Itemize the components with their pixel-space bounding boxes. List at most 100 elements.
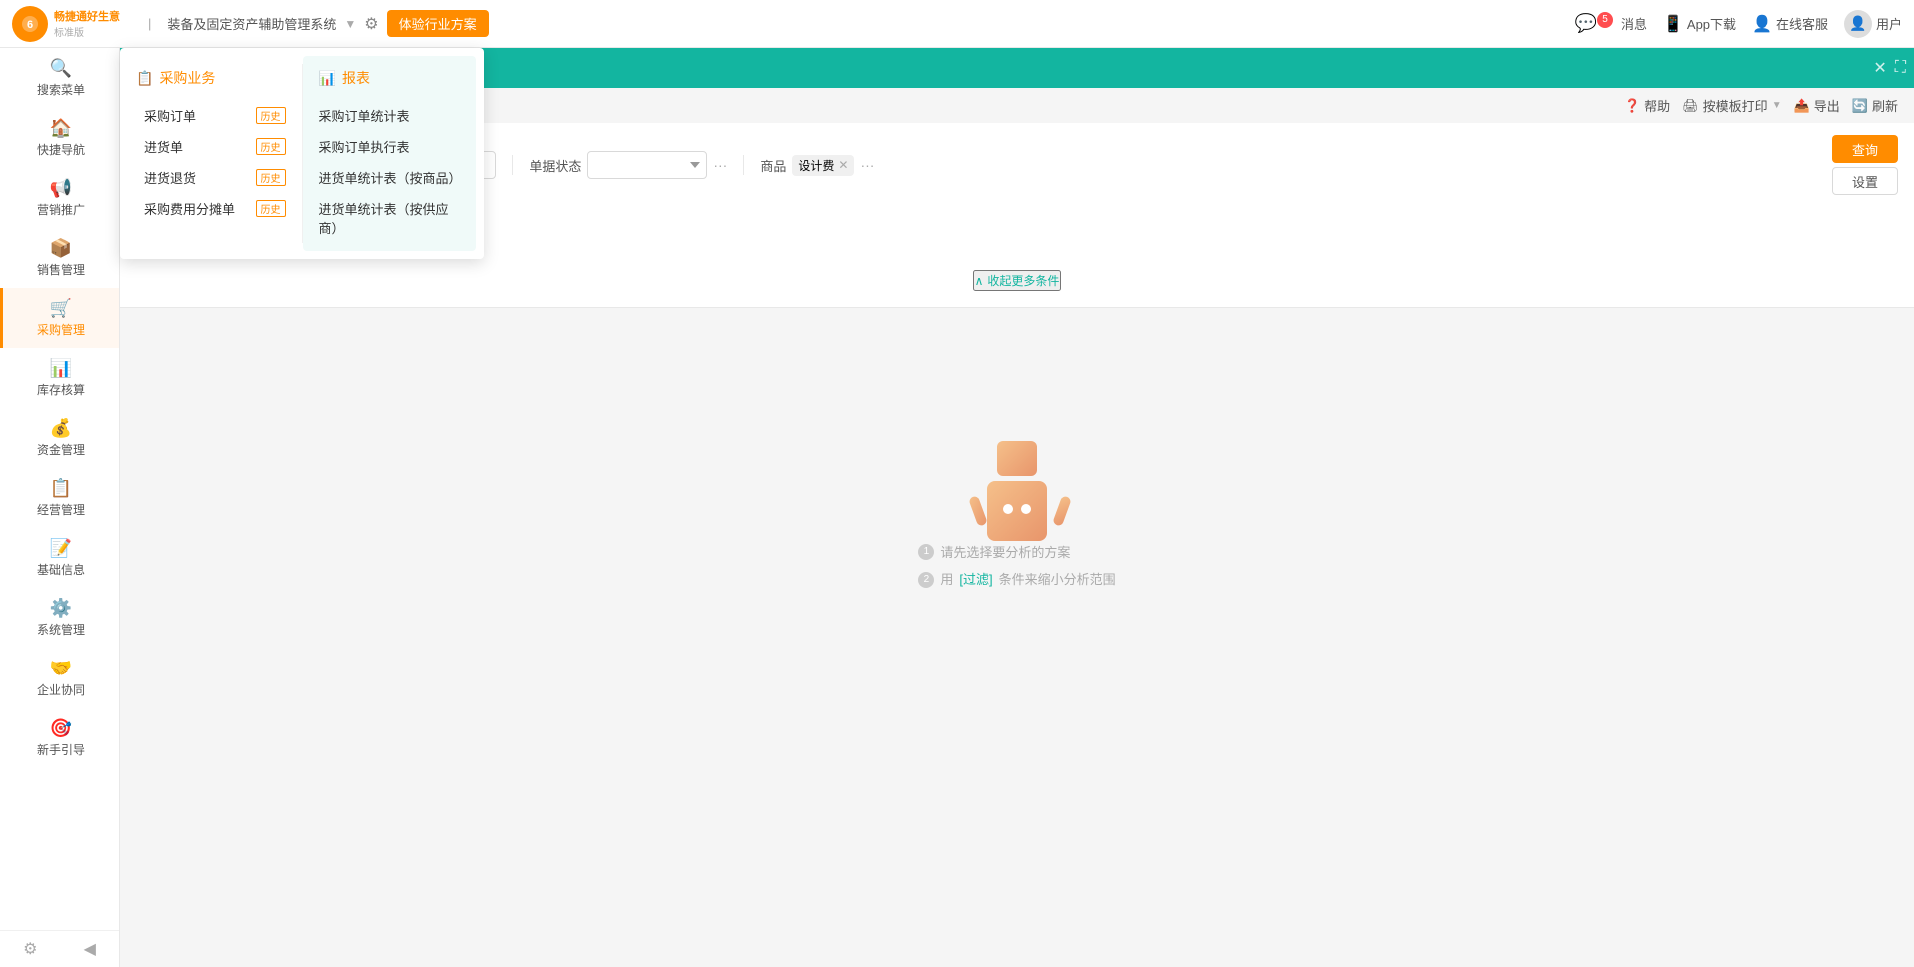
tab-bar-right: ✕ ⛶ xyxy=(1873,58,1906,78)
menu-item-purchase-order[interactable]: 采购订单 历史 xyxy=(136,100,294,131)
user-btn[interactable]: 👤 用户 xyxy=(1844,10,1902,38)
quicknav-icon: 🏠 xyxy=(50,118,72,139)
report-section-title: 📊 报表 xyxy=(311,64,469,92)
report-section: 📊 报表 采购订单统计表 采购订单执行表 进货单统计表（按商品） 进货单统计表（… xyxy=(303,56,477,251)
system-title-dropdown[interactable]: ▼ xyxy=(344,17,356,31)
status-filter: 单据状态 ··· xyxy=(529,151,727,179)
empty-state: 1 请先选择要分析的方案 2 用[过滤]条件来缩小分析范围 xyxy=(120,316,1914,716)
refresh-label: 刷新 xyxy=(1872,96,1898,115)
robot-head xyxy=(997,441,1037,476)
purchase-business-icon: 📋 xyxy=(136,70,153,87)
setting-btn[interactable]: 设置 xyxy=(1832,167,1898,195)
online-service-btn[interactable]: 👤 在线客服 xyxy=(1752,14,1828,34)
print-btn[interactable]: 🖨 按模板打印 ▼ xyxy=(1682,96,1781,115)
tab-close-all-icon[interactable]: ✕ xyxy=(1873,58,1886,78)
purchase-business-label: 采购业务 xyxy=(159,68,215,88)
sidebar-item-enterprise[interactable]: 🤝 企业协同 xyxy=(0,648,119,708)
goods-tag: 设计费 ✕ xyxy=(792,155,854,176)
step1-text: 请先选择要分析的方案 xyxy=(940,541,1070,564)
help-btn[interactable]: ❓ 帮助 xyxy=(1624,96,1670,115)
finance-icon: 💰 xyxy=(50,418,72,439)
tab-fullscreen-icon[interactable]: ⛶ xyxy=(1895,59,1906,77)
print-label: 按模板打印 xyxy=(1703,96,1768,115)
empty-text: 1 请先选择要分析的方案 2 用[过滤]条件来缩小分析范围 xyxy=(918,541,1115,592)
goods-tag-close[interactable]: ✕ xyxy=(838,158,848,172)
goods-filter: 商品 设计费 ✕ ··· xyxy=(760,155,874,176)
bottom-collapse-icon[interactable]: ◀ xyxy=(84,939,96,959)
filter-right-actions: 查询 设置 xyxy=(1832,135,1898,195)
industry-btn[interactable]: 体验行业方案 xyxy=(387,10,489,37)
app-download-btn[interactable]: 📱 App下载 xyxy=(1663,14,1736,34)
robot-illustration xyxy=(957,441,1077,541)
goods-more-dots[interactable]: ··· xyxy=(860,157,874,173)
status-label: 单据状态 xyxy=(529,156,581,175)
status-select[interactable] xyxy=(587,151,707,179)
message-btn[interactable]: 💬 5 消息 xyxy=(1575,13,1647,34)
print-dropdown-icon[interactable]: ▼ xyxy=(1772,100,1782,111)
sidebar-items: 🔍 搜索菜单 🏠 快捷导航 📢 营销推广 📦 销售管理 🛒 采购管理 📊 库存核… xyxy=(0,48,119,768)
sidebar-item-marketing[interactable]: 📢 营销推广 xyxy=(0,168,119,228)
purchase-return-label: 进货退货 xyxy=(144,168,250,187)
report-icon: 📊 xyxy=(319,70,336,87)
system-label: 系统管理 xyxy=(37,621,85,638)
export-btn[interactable]: 📤 导出 xyxy=(1794,96,1840,115)
logo-text-area: 畅捷通好生意 标准版 xyxy=(54,8,120,39)
collapse-icon: ∧ xyxy=(975,274,984,288)
purchase-business-section: 📋 采购业务 采购订单 历史 进货单 历史 进货退货 历史 采购费用分摊单 历史 xyxy=(128,56,302,251)
status-more-dots[interactable]: ··· xyxy=(713,157,727,173)
purchase-in-label: 进货单 xyxy=(144,137,250,156)
menu-item-report-in-supplier[interactable]: 进货单统计表（按供应商） xyxy=(311,193,469,243)
menu-item-purchase-fee[interactable]: 采购费用分摊单 历史 xyxy=(136,193,294,224)
search-icon: 🔍 xyxy=(50,58,72,79)
bottom-settings-icon[interactable]: ⚙ xyxy=(23,939,37,959)
print-icon: 🖨 xyxy=(1682,98,1699,114)
top-bar-right: 💬 5 消息 📱 App下载 👤 在线客服 👤 用户 xyxy=(1575,10,1902,38)
sidebar-item-finance[interactable]: 💰 资金管理 xyxy=(0,408,119,468)
sidebar-item-system[interactable]: ⚙️ 系统管理 xyxy=(0,588,119,648)
sales-label: 销售管理 xyxy=(37,261,85,278)
search-label: 搜索菜单 xyxy=(37,81,85,98)
menu-item-report-in-goods[interactable]: 进货单统计表（按商品） xyxy=(311,162,469,193)
menu-item-purchase-in[interactable]: 进货单 历史 xyxy=(136,131,294,162)
report-order-exec-label: 采购订单执行表 xyxy=(319,137,461,156)
logo-sub-text: 标准版 xyxy=(54,24,120,39)
app-download-label: App下载 xyxy=(1687,14,1736,33)
btn-area: 查询 设置 xyxy=(1832,135,1898,195)
refresh-btn[interactable]: 🔄 刷新 xyxy=(1852,96,1898,115)
collapse-btn[interactable]: ∧ 收起更多条件 xyxy=(973,270,1062,291)
message-icon: 💬 xyxy=(1575,13,1597,34)
menu-item-report-order-sum[interactable]: 采购订单统计表 xyxy=(311,100,469,131)
sidebar-item-guide[interactable]: 🎯 新手引导 xyxy=(0,708,119,768)
step2-text-prefix: 用 xyxy=(940,568,953,591)
inventory-icon: 📊 xyxy=(50,358,72,379)
collapse-label: 收起更多条件 xyxy=(987,272,1059,289)
report-order-sum-label: 采购订单统计表 xyxy=(319,106,461,125)
purchase-return-hist: 历史 xyxy=(256,169,286,186)
settings-icon-btn[interactable]: ⚙ xyxy=(364,14,378,34)
enterprise-label: 企业协同 xyxy=(37,681,85,698)
top-bar-left: 6 畅捷通好生意 标准版 | 装备及固定资产辅助管理系统 ▼ ⚙ 体验行业方案 xyxy=(12,6,1575,42)
message-label: 消息 xyxy=(1621,14,1647,33)
menu-item-purchase-return[interactable]: 进货退货 历史 xyxy=(136,162,294,193)
robot-arm-left xyxy=(968,495,988,527)
service-icon: 👤 xyxy=(1752,14,1772,34)
system-title: 装备及固定资产辅助管理系统 xyxy=(167,14,336,33)
guide-icon: 🎯 xyxy=(50,718,72,739)
menu-item-report-order-exec[interactable]: 采购订单执行表 xyxy=(311,131,469,162)
svg-text:6: 6 xyxy=(27,19,33,31)
help-icon: ❓ xyxy=(1624,98,1640,114)
sidebar-item-operation[interactable]: 📋 经营管理 xyxy=(0,468,119,528)
sidebar-item-quicknav[interactable]: 🏠 快捷导航 xyxy=(0,108,119,168)
sidebar-item-search[interactable]: 🔍 搜索菜单 xyxy=(0,48,119,108)
operation-icon: 📋 xyxy=(50,478,72,499)
sidebar-item-purchase[interactable]: 🛒 采购管理 xyxy=(0,288,119,348)
report-in-supplier-label: 进货单统计表（按供应商） xyxy=(319,199,461,237)
sidebar-item-inventory[interactable]: 📊 库存核算 xyxy=(0,348,119,408)
export-label: 导出 xyxy=(1814,96,1840,115)
sidebar-item-sales[interactable]: 📦 销售管理 xyxy=(0,228,119,288)
sidebar: 🔍 搜索菜单 🏠 快捷导航 📢 营销推广 📦 销售管理 🛒 采购管理 📊 库存核… xyxy=(0,48,120,967)
query-btn[interactable]: 查询 xyxy=(1832,135,1898,163)
goods-label: 商品 xyxy=(760,156,786,175)
sidebar-item-basic[interactable]: 📝 基础信息 xyxy=(0,528,119,588)
marketing-icon: 📢 xyxy=(50,178,72,199)
